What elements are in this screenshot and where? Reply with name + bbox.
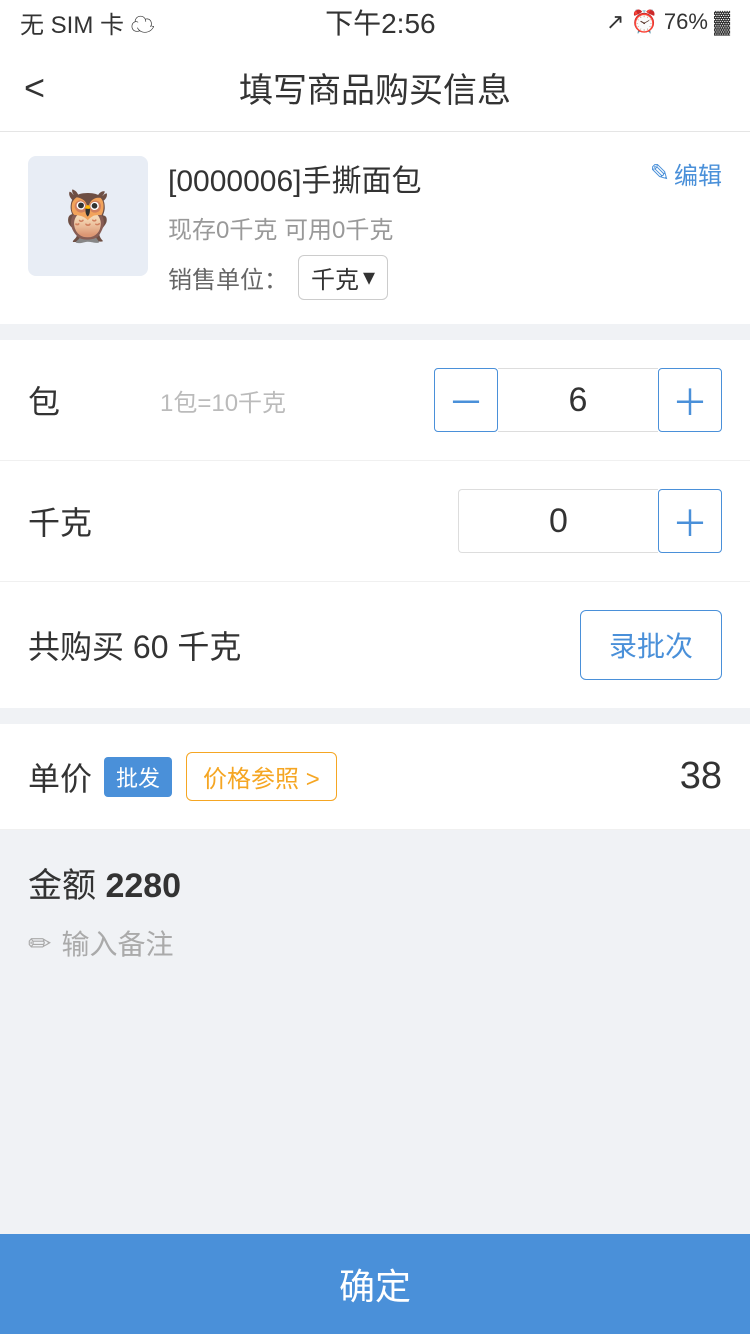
kg-input[interactable] [458,489,658,553]
divider-1 [0,708,750,724]
bao-qty-control: － ＋ [434,368,722,432]
bao-plus-button[interactable]: ＋ [658,368,722,432]
price-row: 单价 批发 价格参照 > 38 [0,724,750,830]
nav-bar: < 填写商品购买信息 [0,44,750,132]
remark-row[interactable]: ✏ 输入备注 [28,923,722,963]
total-row: 共购买 60 千克 录批次 [0,582,750,708]
product-stock: 现存0千克 可用0千克 [168,210,722,245]
bao-input[interactable] [498,368,658,432]
back-button[interactable]: < [24,67,45,109]
confirm-button[interactable]: 确定 [0,1234,750,1334]
product-card: 🦉 [0000006]手撕面包 现存0千克 可用0千克 销售单位： 千克 ▾ [0,132,750,324]
location-icon: ↗ [606,9,624,35]
amount-label: 金额 [28,867,105,905]
status-left: 无 SIM 卡 ☁ [20,5,155,40]
edit-button[interactable]: ✎ 编辑 [650,156,722,191]
kg-qty-control: ＋ [458,489,722,553]
amount-value: 2280 [105,867,181,905]
kg-label: 千克 [28,498,148,544]
bao-hint: 1包=10千克 [160,383,434,418]
price-tag: 批发 [104,757,172,797]
product-name: [0000006]手撕面包 [168,156,722,200]
sim-status: 无 SIM 卡 ☁ [20,5,155,40]
kg-plus-button[interactable]: ＋ [658,489,722,553]
kg-input-row: 千克 ＋ [0,461,750,582]
unit-select[interactable]: 千克 ▾ [298,255,388,300]
product-card-wrapper: 🦉 [0000006]手撕面包 现存0千克 可用0千克 销售单位： 千克 ▾ ✎… [0,132,750,324]
amount-row: 金额 2280 [28,858,722,907]
total-text: 共购买 60 千克 [28,622,241,668]
price-label: 单价 [28,754,92,800]
remark-placeholder: 输入备注 [61,923,173,963]
page-title: 填写商品购买信息 [239,63,511,112]
status-right: ↗ ⏰ 76% ▓ [606,9,730,35]
status-time: 下午2:56 [325,2,436,42]
product-unit: 销售单位： 千克 ▾ [168,255,722,300]
battery-icon: ▓ [714,9,730,35]
chevron-down-icon: ▾ [363,263,375,292]
price-ref-button[interactable]: 价格参照 > [186,752,337,801]
edit-icon: ✎ [650,159,670,188]
unit-label: 销售单位： [168,260,288,295]
status-bar: 无 SIM 卡 ☁ 下午2:56 ↗ ⏰ 76% ▓ [0,0,750,44]
price-ref-label: 价格参照 > [203,759,320,794]
owl-icon: 🦉 [57,187,119,246]
product-info: [0000006]手撕面包 现存0千克 可用0千克 销售单位： 千克 ▾ [168,156,722,300]
bao-input-row: 包 1包=10千克 － ＋ [0,340,750,461]
batch-button[interactable]: 录批次 [580,610,722,680]
product-thumbnail: 🦉 [28,156,148,276]
bao-section: 包 1包=10千克 － ＋ 千克 ＋ 共购买 60 千克 录批次 [0,340,750,708]
bao-minus-button[interactable]: － [434,368,498,432]
amount-section: 金额 2280 ✏ 输入备注 [0,830,750,991]
battery-text: 76% [664,9,708,35]
alarm-icon: ⏰ [630,9,657,35]
pencil-icon: ✏ [28,927,51,960]
bao-label: 包 [28,377,148,423]
price-value: 38 [680,755,722,798]
